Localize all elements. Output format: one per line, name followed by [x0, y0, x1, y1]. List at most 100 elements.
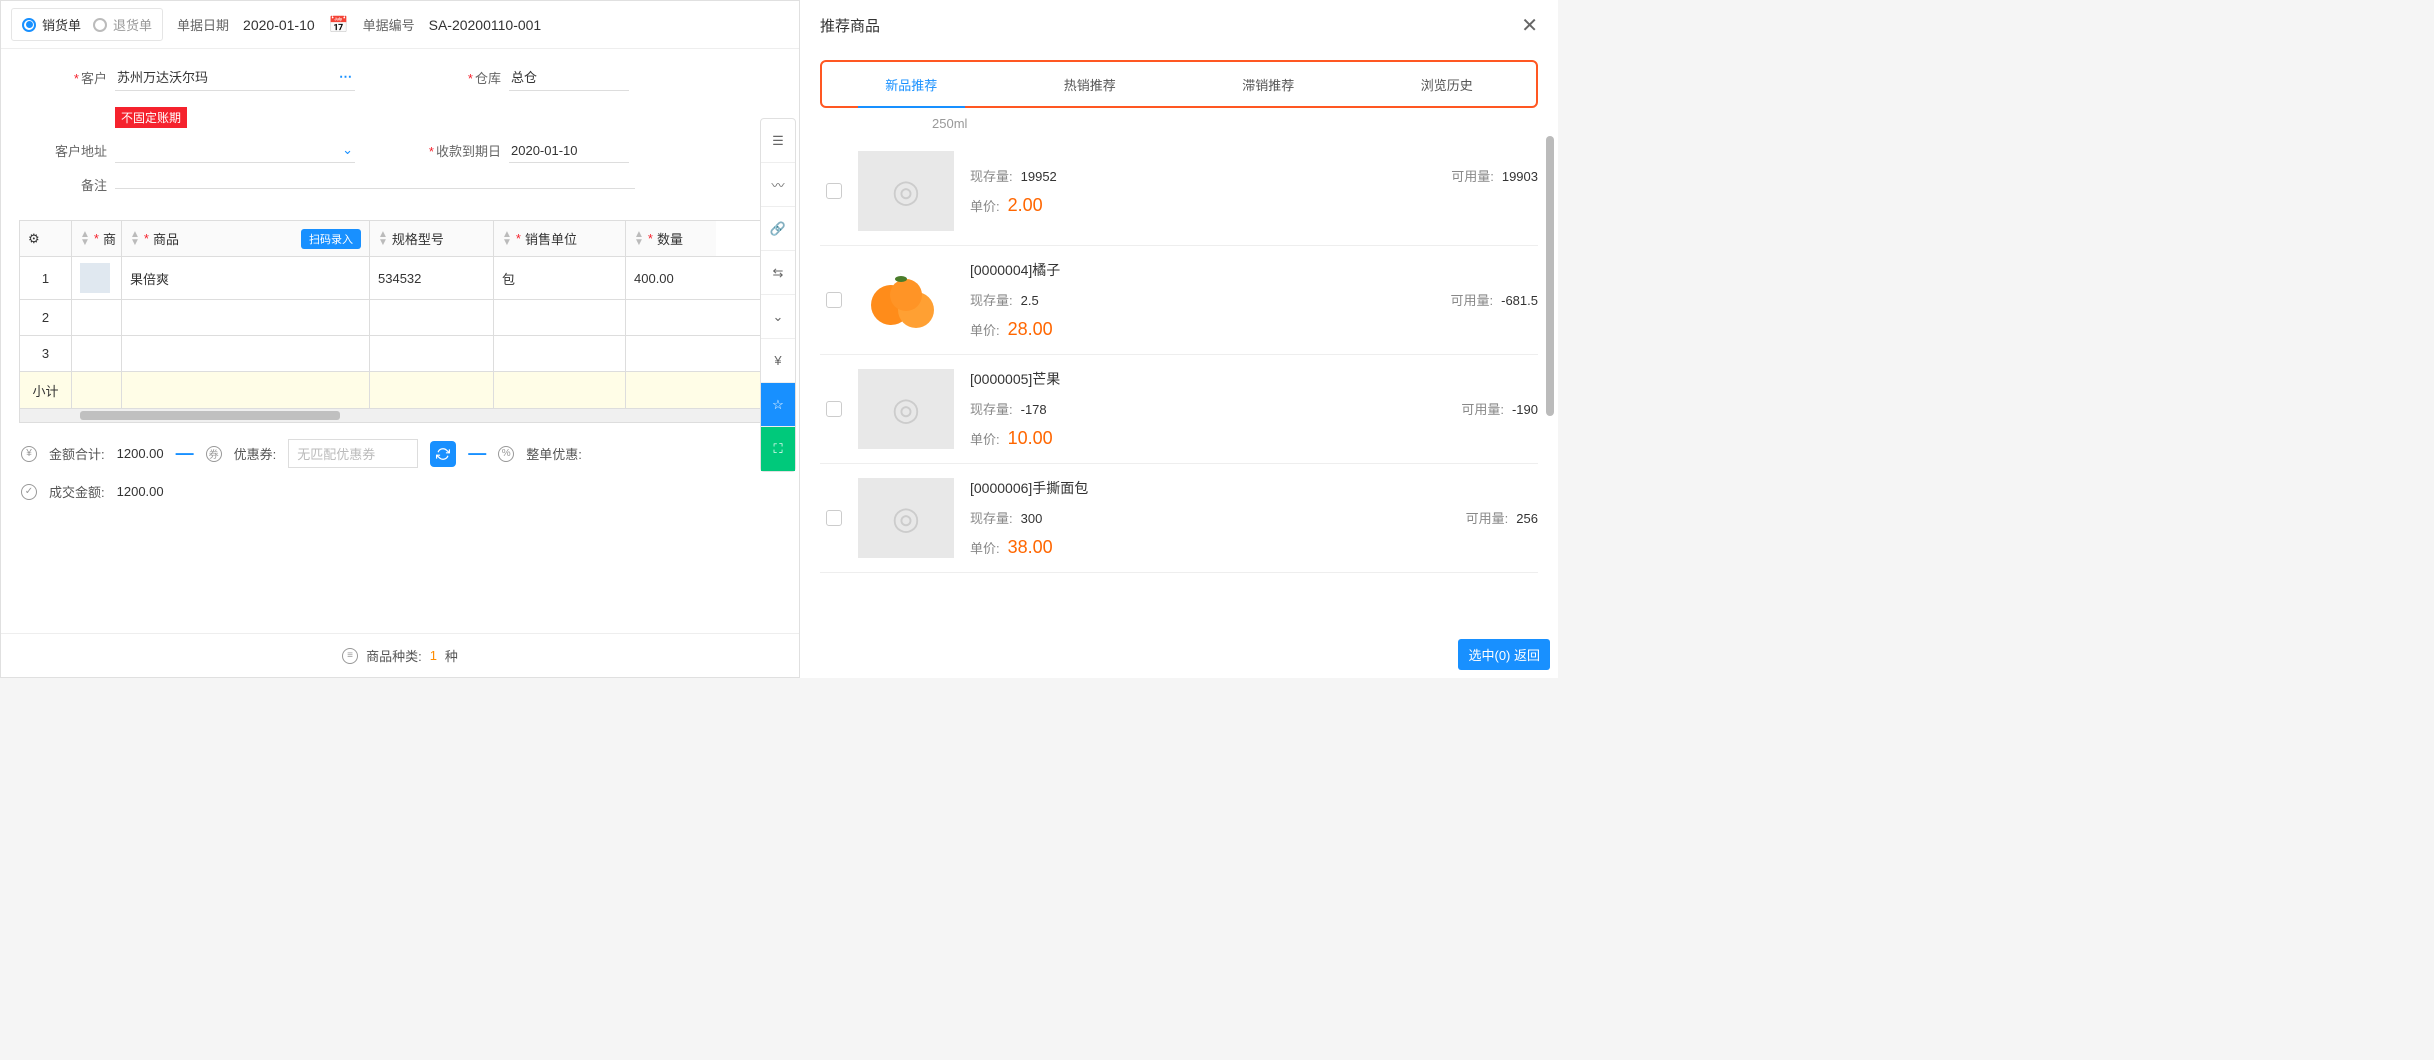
bottom-summary: ≡ 商品种类: 1 种	[1, 633, 799, 677]
product-image-placeholder-icon: ◎	[858, 478, 954, 558]
radio-return-label: 退货单	[113, 15, 152, 34]
checkbox[interactable]	[826, 401, 842, 417]
tool-collapse-icon[interactable]: ⌄	[761, 295, 795, 339]
checkbox[interactable]	[826, 183, 842, 199]
currency-icon: ¥	[21, 446, 37, 462]
minus-icon: —	[176, 443, 194, 464]
warehouse-input[interactable]: 总仓	[509, 63, 629, 91]
customer-label: *客户	[21, 68, 107, 87]
tool-currency-icon[interactable]: ¥	[761, 339, 795, 383]
tool-chart-icon[interactable]: 〰	[761, 163, 795, 207]
list-item[interactable]: ◎ [0000005]芒果 现存量:-178 可用量:-190 单价:10.00	[820, 355, 1538, 464]
select-return-button[interactable]: 选中(0) 返回	[1458, 639, 1550, 670]
radio-return-order[interactable]: 退货单	[93, 15, 152, 34]
price-value: 2.00	[1008, 195, 1043, 216]
address-label: 客户地址	[21, 141, 107, 160]
checkbox[interactable]	[826, 510, 842, 526]
price-value: 28.00	[1008, 319, 1053, 340]
coupon-label: 优惠券:	[234, 444, 277, 463]
checkbox[interactable]	[826, 292, 842, 308]
scan-input-button[interactable]: 扫码录入	[301, 229, 361, 249]
gear-column-header[interactable]: ⚙	[20, 221, 72, 256]
items-grid: ⚙ ▲▼*商 ▲▼*商品扫码录入 ▲▼规格型号 ▲▼*销售单位 ▲▼*数量 1 …	[19, 220, 781, 409]
tool-star-icon[interactable]: ☆	[761, 383, 795, 427]
deal-label: 成交金额:	[49, 482, 105, 501]
item-title: [0000005]芒果	[970, 369, 1538, 389]
remark-label: 备注	[21, 175, 107, 194]
row-spec[interactable]: 534532	[370, 257, 494, 299]
vertical-scrollbar[interactable]	[1546, 136, 1554, 416]
row-product[interactable]: 果倍爽	[122, 257, 370, 299]
coupon-input[interactable]: 无匹配优惠券	[288, 439, 418, 468]
item-title: [0000004]橘子	[970, 260, 1538, 280]
list-item[interactable]: [0000004]橘子 现存量:2.5 可用量:-681.5 单价:28.00	[820, 246, 1538, 355]
product-image-orange	[858, 260, 954, 340]
tool-note-icon[interactable]: ☰	[761, 119, 795, 163]
recommend-tabs: 新品推荐 热销推荐 滞销推荐 浏览历史	[820, 60, 1538, 108]
address-input[interactable]: ⌄	[115, 138, 355, 163]
recommend-header: 推荐商品 ✕	[800, 0, 1558, 50]
tab-history[interactable]: 浏览历史	[1358, 62, 1537, 106]
radio-checked-icon	[22, 18, 36, 32]
radio-sales-label: 销货单	[42, 15, 81, 34]
more-dots-icon[interactable]: ⋯	[339, 69, 353, 85]
list-item[interactable]: ◎ 现存量:19952 可用量:19903 单价:2.00	[820, 137, 1538, 246]
remark-input[interactable]	[115, 180, 635, 189]
refresh-button[interactable]	[430, 441, 456, 467]
form-fields: *客户 苏州万达沃尔玛 ⋯ *仓库 总仓 不固定账期 客户地址 ⌄	[1, 49, 799, 212]
tab-hot[interactable]: 热销推荐	[1001, 62, 1180, 106]
code-value: SA-20200110-001	[429, 17, 542, 33]
col-header-unit[interactable]: ▲▼*销售单位	[494, 221, 626, 256]
discount-icon: %	[498, 446, 514, 462]
amount-label: 金额合计:	[49, 444, 105, 463]
warehouse-label: *仓库	[415, 68, 501, 87]
product-image-placeholder-icon: ◎	[858, 369, 954, 449]
horizontal-scrollbar[interactable]	[19, 409, 781, 423]
gear-icon: ⚙	[28, 231, 40, 247]
stock-value: 19952	[1021, 169, 1057, 184]
order-type-radio-group: 销货单 退货单	[11, 8, 163, 41]
minus-icon: —	[468, 443, 486, 464]
tab-slow[interactable]: 滞销推荐	[1179, 62, 1358, 106]
duedate-label: *收款到期日	[415, 141, 501, 160]
avail-value: 19903	[1502, 169, 1538, 184]
sales-order-form: 销货单 退货单 单据日期 2020-01-10 📅 单据编号 SA-202001…	[0, 0, 800, 678]
table-row[interactable]: 2	[20, 300, 780, 336]
radio-sales-order[interactable]: 销货单	[22, 15, 81, 34]
recommend-panel: 推荐商品 ✕ 新品推荐 热销推荐 滞销推荐 浏览历史 250ml ◎ 现存量:1…	[800, 0, 1558, 678]
col-header-spec[interactable]: ▲▼规格型号	[370, 221, 494, 256]
date-value[interactable]: 2020-01-10	[243, 17, 315, 33]
duedate-input[interactable]: 2020-01-10	[509, 139, 629, 163]
row-qty[interactable]: 400.00	[626, 257, 716, 299]
product-image-placeholder-icon: ◎	[858, 151, 954, 231]
close-icon[interactable]: ✕	[1521, 13, 1538, 38]
row-unit[interactable]: 包	[494, 257, 626, 299]
avail-value: -681.5	[1501, 293, 1538, 308]
tool-swap-icon[interactable]: ⇆	[761, 251, 795, 295]
customer-input[interactable]: 苏州万达沃尔玛 ⋯	[115, 63, 355, 91]
subtotal-row: 小计	[20, 372, 780, 408]
tab-new[interactable]: 新品推荐	[822, 62, 1001, 106]
col-header-qty[interactable]: ▲▼*数量	[626, 221, 716, 256]
stock-value: 2.5	[1021, 293, 1039, 308]
product-thumb-icon	[80, 263, 110, 293]
avail-value: 256	[1516, 511, 1538, 526]
kind-value: 1	[430, 648, 437, 663]
tool-link-icon[interactable]: 🔗	[761, 207, 795, 251]
chevron-down-icon[interactable]: ⌄	[342, 142, 353, 158]
recommend-list[interactable]: 250ml ◎ 现存量:19952 可用量:19903 单价:2.00	[800, 116, 1558, 678]
item-title: [0000006]手撕面包	[970, 478, 1538, 498]
avail-value: -190	[1512, 402, 1538, 417]
row-index: 1	[20, 257, 72, 299]
tool-expand-icon[interactable]: ⛶	[761, 427, 795, 471]
list-item[interactable]: ◎ [0000006]手撕面包 现存量:300 可用量:256 单价:38.00	[820, 464, 1538, 573]
col-header-thumb[interactable]: ▲▼*商	[72, 221, 122, 256]
partial-item-title: 250ml	[932, 116, 1538, 131]
table-row[interactable]: 3	[20, 336, 780, 372]
totals-area: ¥ 金额合计: 1200.00 — 券 优惠券: 无匹配优惠券 — % 整单优惠…	[1, 423, 799, 517]
recommend-title: 推荐商品	[820, 15, 880, 36]
col-header-product[interactable]: ▲▼*商品扫码录入	[122, 221, 370, 256]
calendar-icon[interactable]: 📅	[329, 15, 349, 35]
table-row[interactable]: 1 果倍爽 534532 包 400.00	[20, 257, 780, 300]
discount-label: 整单优惠:	[526, 444, 582, 463]
